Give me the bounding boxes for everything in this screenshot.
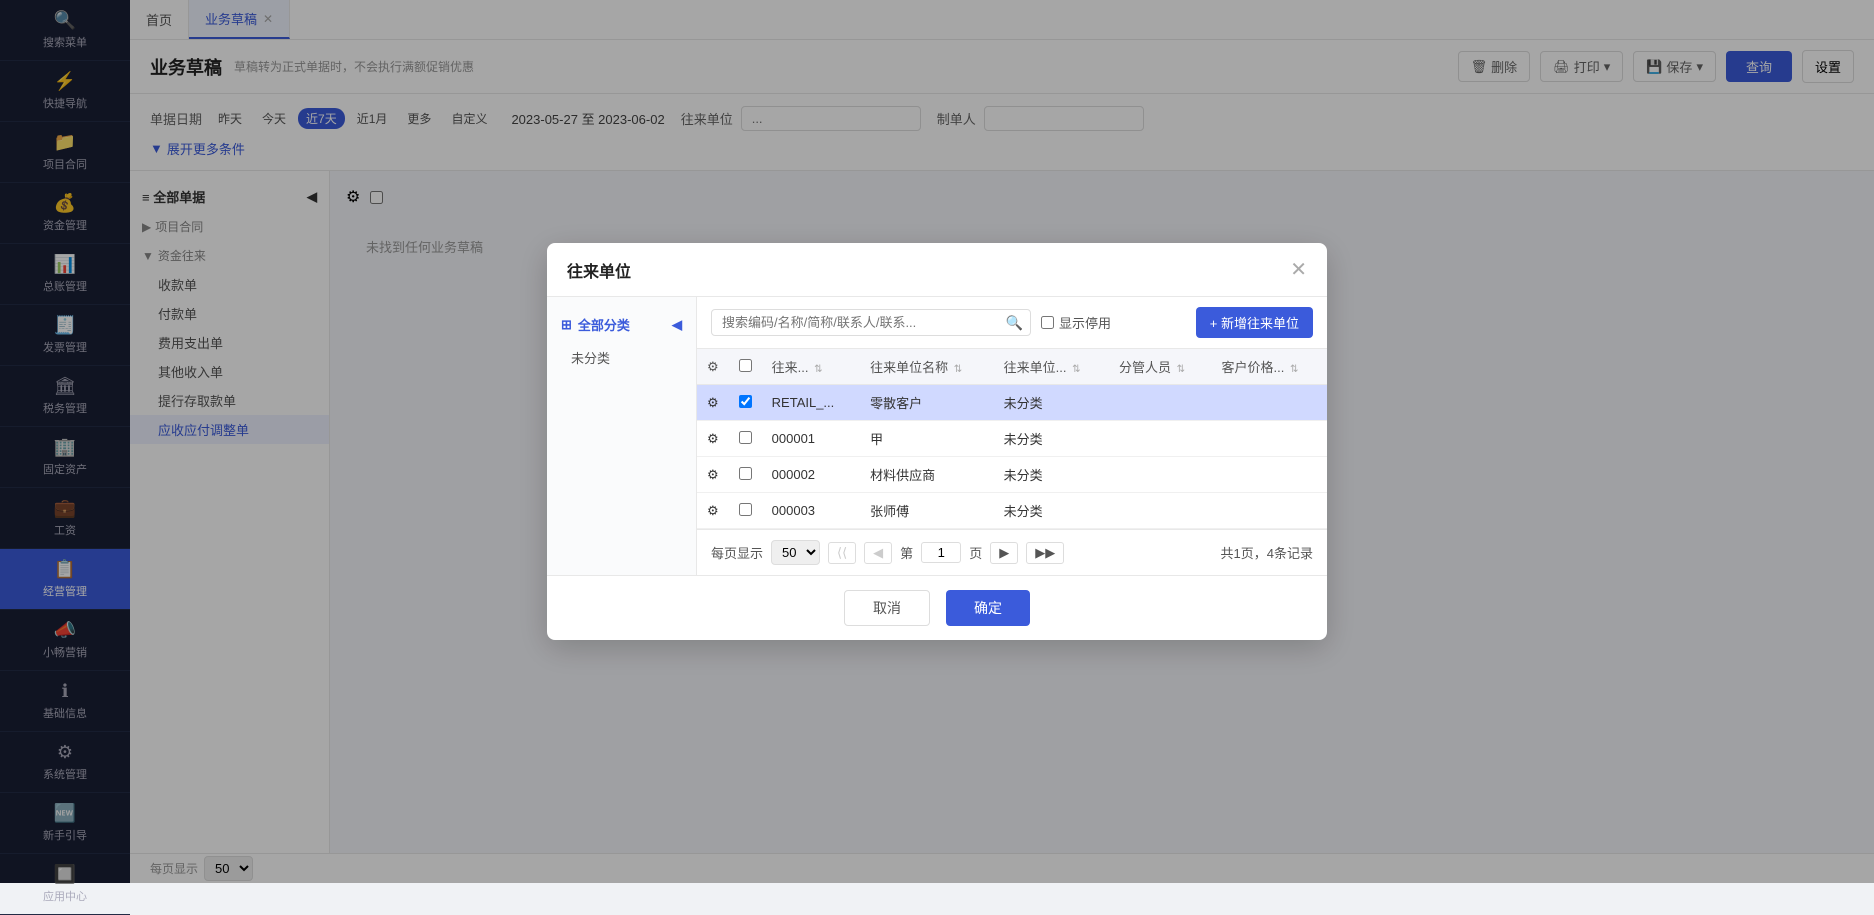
table-row[interactable]: ⚙ 000001 甲 未分类 bbox=[697, 421, 1327, 457]
dialog-header: 往来单位 ✕ bbox=[547, 243, 1327, 297]
total-records: 共1页，4条记录 bbox=[1221, 543, 1313, 562]
close-icon: ✕ bbox=[1290, 259, 1307, 281]
confirm-label: 确定 bbox=[974, 600, 1002, 616]
page-suffix: 页 bbox=[969, 543, 982, 562]
dialog-category-unclassified[interactable]: 未分类 bbox=[547, 342, 696, 373]
dialog: 往来单位 ✕ ⊞ 全部分类 ◀ 未分类 bbox=[547, 243, 1327, 640]
code-sort-icon[interactable]: ⇅ bbox=[814, 364, 822, 375]
row-manager bbox=[1109, 493, 1212, 529]
row-price bbox=[1212, 493, 1327, 529]
col-name-label: 往来单位名称 bbox=[870, 360, 948, 375]
category-sort-icon[interactable]: ⇅ bbox=[1072, 364, 1080, 375]
page-label: 第 bbox=[900, 543, 913, 562]
col-manager: 分管人员 ⇅ bbox=[1109, 349, 1212, 385]
row-price bbox=[1212, 385, 1327, 421]
row-manager bbox=[1109, 457, 1212, 493]
table-row[interactable]: ⚙ 000002 材料供应商 未分类 bbox=[697, 457, 1327, 493]
col-manager-label: 分管人员 bbox=[1119, 360, 1171, 375]
row-checkbox[interactable] bbox=[739, 503, 752, 516]
category-all-label: 全部分类 bbox=[578, 315, 630, 334]
name-sort-icon[interactable]: ⇅ bbox=[954, 364, 962, 375]
row-check[interactable] bbox=[729, 421, 762, 457]
row-code: RETAIL_... bbox=[762, 385, 860, 421]
row-name: 甲 bbox=[860, 421, 994, 457]
dialog-right-panel: 🔍 显示停用 + 新增往来单位 ⚙ bbox=[697, 297, 1327, 575]
col-check[interactable] bbox=[729, 349, 762, 385]
category-grid-icon: ⊞ bbox=[561, 317, 572, 333]
row-code: 000002 bbox=[762, 457, 860, 493]
dialog-body: ⊞ 全部分类 ◀ 未分类 🔍 显示停用 bbox=[547, 297, 1327, 575]
col-category-label: 往来单位... bbox=[1004, 360, 1067, 375]
row-settings[interactable]: ⚙ bbox=[697, 385, 729, 421]
col-price-label: 客户价格... bbox=[1222, 360, 1285, 375]
row-settings[interactable]: ⚙ bbox=[697, 457, 729, 493]
row-check[interactable] bbox=[729, 457, 762, 493]
row-manager bbox=[1109, 385, 1212, 421]
dialog-actions: 取消 确定 bbox=[547, 575, 1327, 640]
per-page-select[interactable]: 50 bbox=[771, 540, 820, 565]
table-row[interactable]: ⚙ 000003 张师傅 未分类 bbox=[697, 493, 1327, 529]
col-code: 往来... ⇅ bbox=[762, 349, 860, 385]
cancel-label: 取消 bbox=[873, 600, 901, 616]
confirm-button[interactable]: 确定 bbox=[946, 590, 1030, 626]
dialog-all-category[interactable]: ⊞ 全部分类 ◀ bbox=[547, 307, 696, 342]
add-partner-button[interactable]: + 新增往来单位 bbox=[1196, 307, 1313, 338]
row-checkbox[interactable] bbox=[739, 395, 752, 408]
col-code-label: 往来... bbox=[772, 360, 809, 375]
row-name: 张师傅 bbox=[860, 493, 994, 529]
per-page-label: 每页显示 bbox=[711, 543, 763, 562]
manager-sort-icon[interactable]: ⇅ bbox=[1177, 364, 1185, 375]
table-select-all[interactable] bbox=[739, 359, 752, 372]
show-disabled-label: 显示停用 bbox=[1059, 313, 1111, 332]
row-code: 000003 bbox=[762, 493, 860, 529]
dialog-toolbar: 🔍 显示停用 + 新增往来单位 bbox=[697, 297, 1327, 349]
dialog-table: ⚙ 往来... ⇅ 往来单位名称 ⇅ bbox=[697, 349, 1327, 529]
show-disabled-checkbox[interactable] bbox=[1041, 316, 1054, 329]
row-category: 未分类 bbox=[994, 421, 1109, 457]
row-settings[interactable]: ⚙ bbox=[697, 421, 729, 457]
row-category: 未分类 bbox=[994, 457, 1109, 493]
row-name: 材料供应商 bbox=[860, 457, 994, 493]
first-page-button[interactable]: ⟨⟨ bbox=[828, 542, 856, 564]
row-price bbox=[1212, 421, 1327, 457]
row-code: 000001 bbox=[762, 421, 860, 457]
dialog-search-icon: 🔍 bbox=[1006, 314, 1023, 331]
partner-table: ⚙ 往来... ⇅ 往来单位名称 ⇅ bbox=[697, 349, 1327, 529]
row-settings[interactable]: ⚙ bbox=[697, 493, 729, 529]
row-check[interactable] bbox=[729, 493, 762, 529]
dialog-search-input[interactable] bbox=[711, 309, 1031, 336]
dialog-search: 🔍 bbox=[711, 309, 1031, 336]
next-page-button[interactable]: ▶ bbox=[990, 542, 1018, 564]
row-checkbox[interactable] bbox=[739, 431, 752, 444]
row-price bbox=[1212, 457, 1327, 493]
last-page-button[interactable]: ▶▶ bbox=[1026, 542, 1064, 564]
col-settings[interactable]: ⚙ bbox=[697, 349, 729, 385]
dialog-left-panel: ⊞ 全部分类 ◀ 未分类 bbox=[547, 297, 697, 575]
show-disabled-toggle[interactable]: 显示停用 bbox=[1041, 313, 1111, 332]
row-category: 未分类 bbox=[994, 385, 1109, 421]
unclassified-label: 未分类 bbox=[571, 351, 610, 366]
cancel-button[interactable]: 取消 bbox=[844, 590, 930, 626]
row-manager bbox=[1109, 421, 1212, 457]
add-partner-label: + 新增往来单位 bbox=[1210, 316, 1299, 331]
col-name: 往来单位名称 ⇅ bbox=[860, 349, 994, 385]
row-checkbox[interactable] bbox=[739, 467, 752, 480]
page-input[interactable] bbox=[921, 542, 961, 563]
row-check[interactable] bbox=[729, 385, 762, 421]
category-collapse-icon[interactable]: ◀ bbox=[672, 317, 682, 333]
col-category: 往来单位... ⇅ bbox=[994, 349, 1109, 385]
dialog-overlay: 往来单位 ✕ ⊞ 全部分类 ◀ 未分类 bbox=[0, 0, 1874, 883]
dialog-title: 往来单位 bbox=[567, 258, 631, 282]
row-category: 未分类 bbox=[994, 493, 1109, 529]
sidebar-label-apps: 应用中心 bbox=[43, 888, 87, 904]
col-price: 客户价格... ⇅ bbox=[1212, 349, 1327, 385]
dialog-close-button[interactable]: ✕ bbox=[1290, 257, 1307, 282]
price-sort-icon[interactable]: ⇅ bbox=[1290, 364, 1298, 375]
table-row[interactable]: ⚙ RETAIL_... 零散客户 未分类 bbox=[697, 385, 1327, 421]
prev-page-button[interactable]: ◀ bbox=[864, 542, 892, 564]
row-name: 零散客户 bbox=[860, 385, 994, 421]
dialog-pagination: 每页显示 50 ⟨⟨ ◀ 第 页 ▶ ▶▶ 共1页，4条记录 bbox=[697, 529, 1327, 575]
